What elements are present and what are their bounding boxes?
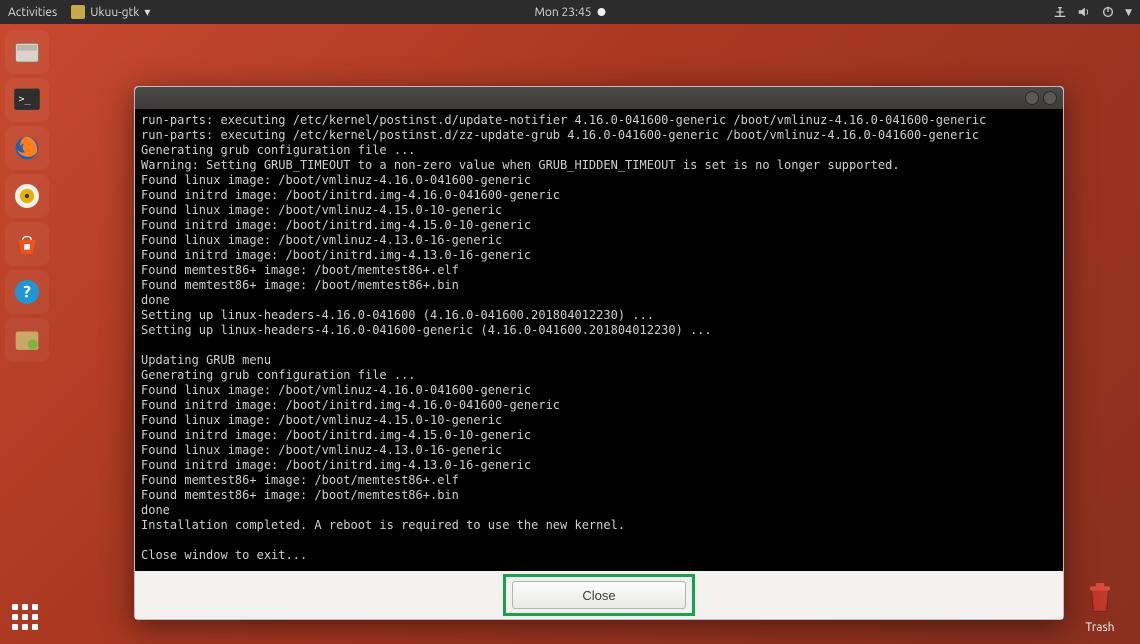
svg-text:>_: >_ [19, 94, 31, 105]
chevron-down-icon: ▾ [144, 5, 150, 19]
close-button[interactable]: Close [512, 581, 686, 609]
ukuu-terminal-dialog: run-parts: executing /etc/kernel/postins… [134, 86, 1064, 620]
software-launcher[interactable] [5, 222, 49, 266]
app-icon [71, 5, 85, 19]
window-titlebar [135, 87, 1063, 109]
activities-button[interactable]: Activities [8, 6, 57, 19]
recording-indicator-icon [598, 8, 606, 16]
dialog-button-row: Close [135, 571, 1063, 619]
trash-desktop-icon[interactable]: Trash [1080, 578, 1120, 634]
terminal-launcher[interactable]: >_ [5, 78, 49, 122]
show-applications-button[interactable] [12, 604, 38, 630]
network-icon[interactable] [1053, 5, 1067, 19]
volume-icon[interactable] [1077, 5, 1091, 19]
top-bar: Activities Ukuu-gtk ▾ Mon 23:45 ▼ [0, 0, 1140, 24]
rhythmbox-launcher[interactable] [5, 174, 49, 218]
power-icon[interactable] [1101, 5, 1115, 19]
clock[interactable]: Mon 23:45 [534, 6, 591, 19]
app-menu-label: Ukuu-gtk [90, 6, 139, 19]
terminal-output: run-parts: executing /etc/kernel/postins… [135, 109, 1063, 571]
help-launcher[interactable]: ? [5, 270, 49, 314]
minimize-button[interactable] [1025, 91, 1039, 105]
svg-text:?: ? [23, 283, 31, 302]
firefox-launcher[interactable] [5, 126, 49, 170]
launcher-dock: >_ ? [0, 24, 54, 362]
files-launcher[interactable] [5, 30, 49, 74]
maximize-button[interactable] [1043, 91, 1057, 105]
chevron-down-icon[interactable]: ▼ [1125, 7, 1132, 18]
trash-label: Trash [1080, 621, 1120, 634]
app-menu[interactable]: Ukuu-gtk ▾ [71, 5, 150, 19]
annotation-highlight: Close [503, 574, 695, 616]
ukuu-launcher[interactable] [5, 318, 49, 362]
